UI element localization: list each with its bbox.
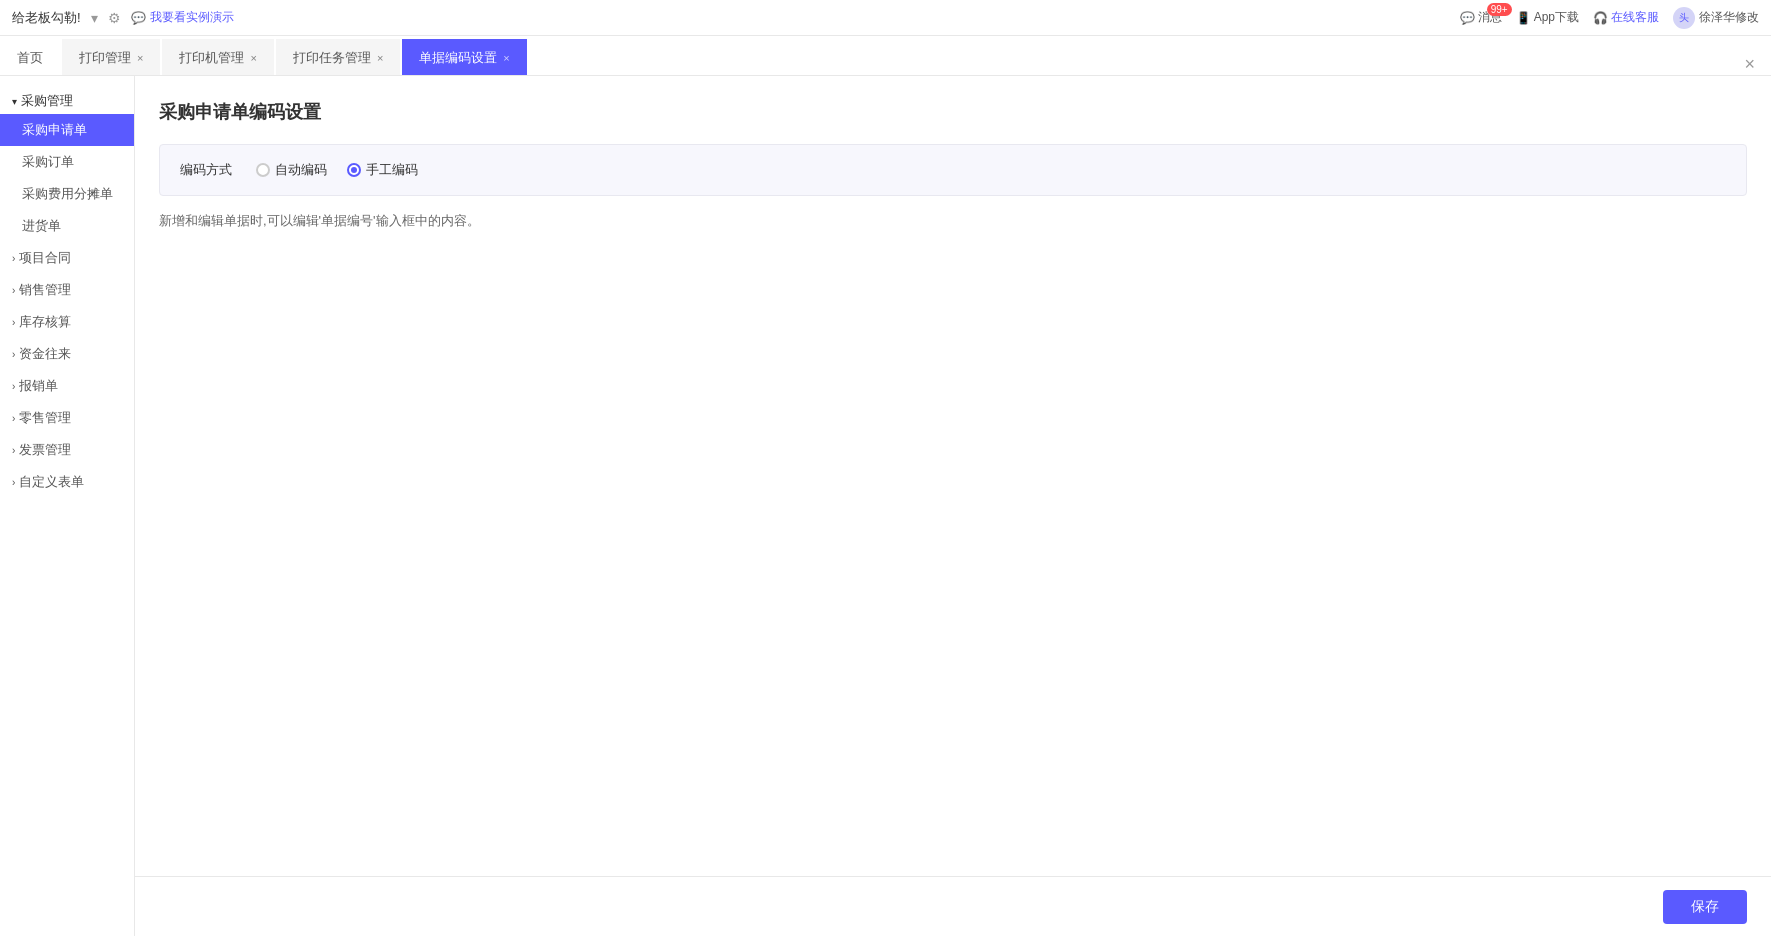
sidebar-item-goods-receipt[interactable]: 进货单: [0, 210, 134, 242]
close-all-tabs[interactable]: ×: [1744, 54, 1771, 75]
chevron-right-icon: ›: [12, 445, 15, 456]
chevron-down-icon: ▾: [12, 96, 17, 107]
gear-icon[interactable]: ⚙: [108, 10, 121, 26]
sidebar-group-purchase[interactable]: ▾ 采购管理: [0, 84, 134, 114]
chevron-right-icon: ›: [12, 253, 15, 264]
app-icon: 📱: [1516, 11, 1531, 25]
sidebar-item-purchase-expense[interactable]: 采购费用分摊单: [0, 178, 134, 210]
content-body: 采购申请单编码设置 编码方式 自动编码 手工编码 新增和编辑单据时,可以编辑'单…: [135, 76, 1771, 876]
sidebar-group-custom-forms[interactable]: › 自定义表单: [0, 466, 134, 498]
radio-manual-encode[interactable]: 手工编码: [347, 161, 418, 179]
avatar: 头: [1673, 7, 1695, 29]
headset-icon: 🎧: [1593, 11, 1608, 25]
info-text: 新增和编辑单据时,可以编辑'单据编号'输入框中的内容。: [159, 212, 1747, 230]
top-bar: 给老板勾勒! ▾ ⚙ 我要看实例演示 💬 消息 99+ 📱 App下载 🎧 在线…: [0, 0, 1771, 36]
sidebar-group-invoice[interactable]: › 发票管理: [0, 434, 134, 466]
tab-single-code[interactable]: 单据编码设置 ×: [402, 39, 526, 75]
sidebar: ▾ 采购管理 采购申请单 采购订单 采购费用分摊单 进货单 › 项目合同 › 销…: [0, 76, 135, 936]
top-bar-left: 给老板勾勒! ▾ ⚙ 我要看实例演示: [12, 9, 234, 27]
radio-group: 自动编码 手工编码: [256, 161, 418, 179]
chevron-right-icon: ›: [12, 285, 15, 296]
chevron-right-icon: ›: [12, 349, 15, 360]
dropdown-icon[interactable]: ▾: [91, 10, 98, 26]
sidebar-group-inventory[interactable]: › 库存核算: [0, 306, 134, 338]
encode-section: 编码方式 自动编码 手工编码: [159, 144, 1747, 196]
main-layout: ▾ 采购管理 采购申请单 采购订单 采购费用分摊单 进货单 › 项目合同 › 销…: [0, 76, 1771, 936]
sidebar-group-funds[interactable]: › 资金往来: [0, 338, 134, 370]
bottom-bar: 保存: [135, 876, 1771, 936]
chevron-right-icon: ›: [12, 477, 15, 488]
tab-single-code-close[interactable]: ×: [503, 52, 509, 64]
user-menu[interactable]: 头 徐泽华修改: [1673, 7, 1759, 29]
tab-print-mgmt[interactable]: 打印管理 ×: [62, 39, 160, 75]
app-download-button[interactable]: 📱 App下载: [1516, 9, 1579, 26]
save-button[interactable]: 保存: [1663, 890, 1747, 924]
tab-printer-mgmt-close[interactable]: ×: [250, 52, 256, 64]
radio-auto-circle: [256, 163, 270, 177]
sidebar-group-sales-mgmt[interactable]: › 销售管理: [0, 274, 134, 306]
message-badge: 99+: [1487, 3, 1512, 16]
tab-printer-mgmt[interactable]: 打印机管理 ×: [162, 39, 273, 75]
radio-auto-encode[interactable]: 自动编码: [256, 161, 327, 179]
chevron-right-icon: ›: [12, 381, 15, 392]
chevron-right-icon: ›: [12, 317, 15, 328]
chevron-right-icon: ›: [12, 413, 15, 424]
page-title: 采购申请单编码设置: [159, 100, 1747, 124]
sidebar-group-returns[interactable]: › 报销单: [0, 370, 134, 402]
top-bar-right: 💬 消息 99+ 📱 App下载 🎧 在线客服 头 徐泽华修改: [1460, 7, 1759, 29]
app-title: 给老板勾勒!: [12, 9, 81, 27]
message-button[interactable]: 💬 消息 99+: [1460, 9, 1502, 26]
message-icon: 💬: [1460, 11, 1475, 25]
tab-print-mgmt-close[interactable]: ×: [137, 52, 143, 64]
sidebar-item-purchase-order[interactable]: 采购订单: [0, 146, 134, 178]
tab-home[interactable]: 首页: [0, 39, 60, 75]
sidebar-group-retail[interactable]: › 零售管理: [0, 402, 134, 434]
sidebar-item-purchase-request[interactable]: 采购申请单: [0, 114, 134, 146]
encode-label: 编码方式: [180, 161, 232, 179]
tab-bar: 首页 打印管理 × 打印机管理 × 打印任务管理 × 单据编码设置 × ×: [0, 36, 1771, 76]
demo-link[interactable]: 我要看实例演示: [131, 9, 234, 26]
tab-print-task-close[interactable]: ×: [377, 52, 383, 64]
sidebar-group-project-contract[interactable]: › 项目合同: [0, 242, 134, 274]
content-area: 采购申请单编码设置 编码方式 自动编码 手工编码 新增和编辑单据时,可以编辑'单…: [135, 76, 1771, 936]
tab-print-task[interactable]: 打印任务管理 ×: [276, 39, 400, 75]
online-service-button[interactable]: 🎧 在线客服: [1593, 9, 1659, 26]
radio-manual-circle: [347, 163, 361, 177]
